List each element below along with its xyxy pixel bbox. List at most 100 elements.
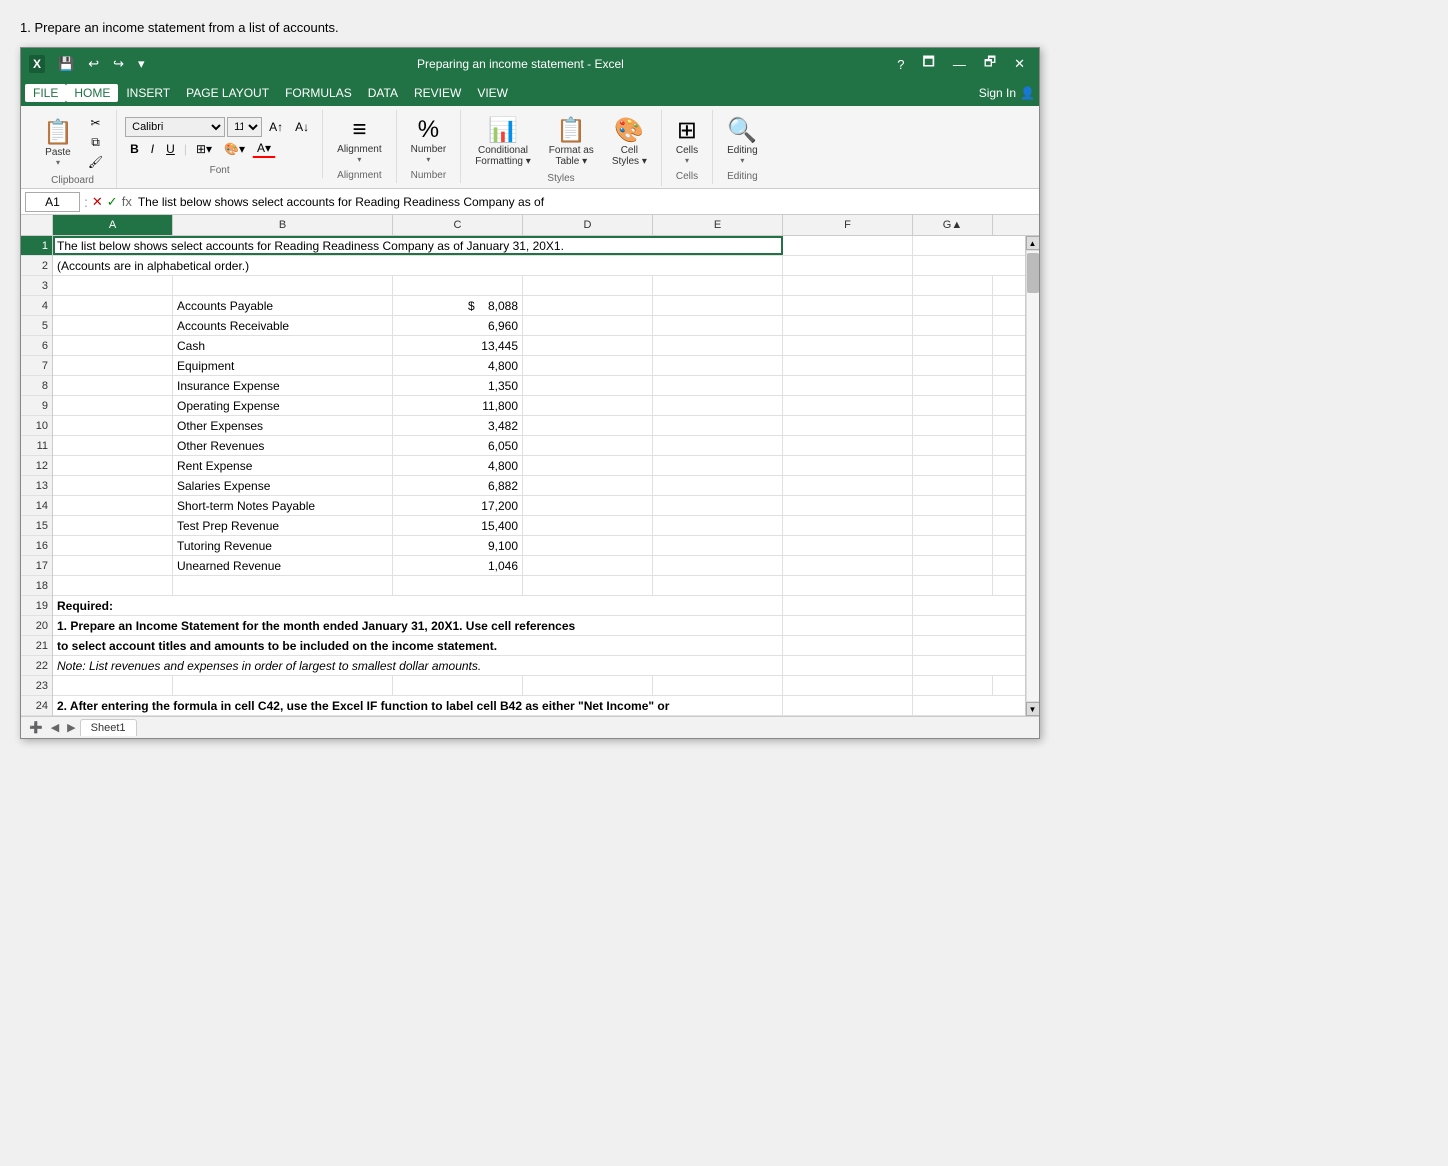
cell-styles-button[interactable]: 🎨 Cell Styles ▾	[606, 114, 653, 169]
cell-g23[interactable]	[913, 676, 993, 695]
cut-button[interactable]: ✂	[83, 114, 108, 132]
cell-a4[interactable]	[53, 296, 173, 315]
cell-f10[interactable]	[783, 416, 913, 435]
cell-d17[interactable]	[523, 556, 653, 575]
row-num-8[interactable]: 8	[21, 376, 52, 396]
scroll-down-button[interactable]: ▼	[1026, 702, 1040, 716]
undo-button[interactable]: ↩	[83, 54, 104, 74]
cell-d16[interactable]	[523, 536, 653, 555]
cell-b4[interactable]: Accounts Payable	[173, 296, 393, 315]
cell-a9[interactable]	[53, 396, 173, 415]
row-num-22[interactable]: 22	[21, 656, 52, 676]
cell-g11[interactable]	[913, 436, 993, 455]
cell-f13[interactable]	[783, 476, 913, 495]
cell-b8[interactable]: Insurance Expense	[173, 376, 393, 395]
row-num-15[interactable]: 15	[21, 516, 52, 536]
cell-a12[interactable]	[53, 456, 173, 475]
fill-color-button[interactable]: 🎨▾	[219, 140, 250, 158]
cell-g8[interactable]	[913, 376, 993, 395]
cell-d10[interactable]	[523, 416, 653, 435]
cell-e5[interactable]	[653, 316, 783, 335]
cell-e7[interactable]	[653, 356, 783, 375]
cell-e17[interactable]	[653, 556, 783, 575]
cell-e1[interactable]	[913, 236, 1025, 255]
cell-a22[interactable]: Note: List revenues and expenses in orde…	[53, 656, 783, 675]
cell-b10[interactable]: Other Expenses	[173, 416, 393, 435]
cell-g15[interactable]	[913, 516, 993, 535]
cell-b6[interactable]: Cash	[173, 336, 393, 355]
cell-a20[interactable]: 1. Prepare an Income Statement for the m…	[53, 616, 783, 635]
cell-f16[interactable]	[783, 536, 913, 555]
cell-f23[interactable]	[783, 676, 913, 695]
cell-g10[interactable]	[913, 416, 993, 435]
decrease-font-button[interactable]: A↓	[290, 118, 314, 136]
cell-a11[interactable]	[53, 436, 173, 455]
conditional-formatting-button[interactable]: 📊 Conditional Formatting ▾	[469, 114, 537, 169]
cell-b9[interactable]: Operating Expense	[173, 396, 393, 415]
cell-g16[interactable]	[913, 536, 993, 555]
cell-f9[interactable]	[783, 396, 913, 415]
cell-c14[interactable]: 17,200	[393, 496, 523, 515]
cell-d8[interactable]	[523, 376, 653, 395]
cell-a3[interactable]	[53, 276, 173, 295]
cell-b11[interactable]: Other Revenues	[173, 436, 393, 455]
cell-a15[interactable]	[53, 516, 173, 535]
cell-b5[interactable]: Accounts Receivable	[173, 316, 393, 335]
row-num-13[interactable]: 13	[21, 476, 52, 496]
cell-b16[interactable]: Tutoring Revenue	[173, 536, 393, 555]
increase-font-button[interactable]: A↑	[264, 118, 288, 136]
cell-d7[interactable]	[523, 356, 653, 375]
cell-a1[interactable]: The list below shows select accounts for…	[53, 236, 783, 255]
cell-e3[interactable]	[653, 276, 783, 295]
cell-c10[interactable]: 3,482	[393, 416, 523, 435]
number-button[interactable]: % Number ▾	[405, 114, 453, 166]
cell-d11[interactable]	[523, 436, 653, 455]
cells-button[interactable]: ⊞ Cells ▾	[670, 114, 704, 167]
cell-a17[interactable]	[53, 556, 173, 575]
row-num-18[interactable]: 18	[21, 576, 52, 596]
customize-qat-button[interactable]: ▾	[133, 54, 150, 74]
cell-a16[interactable]	[53, 536, 173, 555]
cell-e14[interactable]	[653, 496, 783, 515]
cell-d9[interactable]	[523, 396, 653, 415]
cell-b17[interactable]: Unearned Revenue	[173, 556, 393, 575]
cell-d14[interactable]	[523, 496, 653, 515]
cell-d21[interactable]	[783, 636, 913, 655]
cell-c4[interactable]: $ 8,088	[393, 296, 523, 315]
menu-item-insert[interactable]: INSERT	[118, 84, 178, 102]
minimize-button[interactable]: —	[947, 55, 972, 74]
cell-e20[interactable]	[913, 616, 1025, 635]
cell-d12[interactable]	[523, 456, 653, 475]
cell-d4[interactable]	[523, 296, 653, 315]
cell-a10[interactable]	[53, 416, 173, 435]
cell-c17[interactable]: 1,046	[393, 556, 523, 575]
cell-e13[interactable]	[653, 476, 783, 495]
cell-f14[interactable]	[783, 496, 913, 515]
cell-f17[interactable]	[783, 556, 913, 575]
cell-d23[interactable]	[523, 676, 653, 695]
tab-nav-left[interactable]: ◀	[47, 719, 63, 736]
col-header-d[interactable]: D	[523, 215, 653, 235]
cell-reference-input[interactable]	[25, 192, 80, 212]
menu-item-data[interactable]: DATA	[360, 84, 406, 102]
cell-c15[interactable]: 15,400	[393, 516, 523, 535]
cell-g5[interactable]	[913, 316, 993, 335]
cell-g13[interactable]	[913, 476, 993, 495]
col-header-b[interactable]: B	[173, 215, 393, 235]
cell-e8[interactable]	[653, 376, 783, 395]
cell-f12[interactable]	[783, 456, 913, 475]
restore-button[interactable]: 🗗	[978, 51, 1002, 77]
cell-a6[interactable]	[53, 336, 173, 355]
tab-nav-right[interactable]: ▶	[63, 719, 79, 736]
cell-c11[interactable]: 6,050	[393, 436, 523, 455]
italic-button[interactable]: I	[146, 140, 159, 158]
cell-d13[interactable]	[523, 476, 653, 495]
cell-e18[interactable]	[653, 576, 783, 595]
row-num-7[interactable]: 7	[21, 356, 52, 376]
cell-c5[interactable]: 6,960	[393, 316, 523, 335]
row-num-3[interactable]: 3	[21, 276, 52, 296]
help-button[interactable]: ?	[891, 55, 910, 74]
cell-a18[interactable]	[53, 576, 173, 595]
ribbon-display-button[interactable]: 🗖	[917, 51, 941, 77]
cell-a24[interactable]: 2. After entering the formula in cell C4…	[53, 696, 783, 715]
